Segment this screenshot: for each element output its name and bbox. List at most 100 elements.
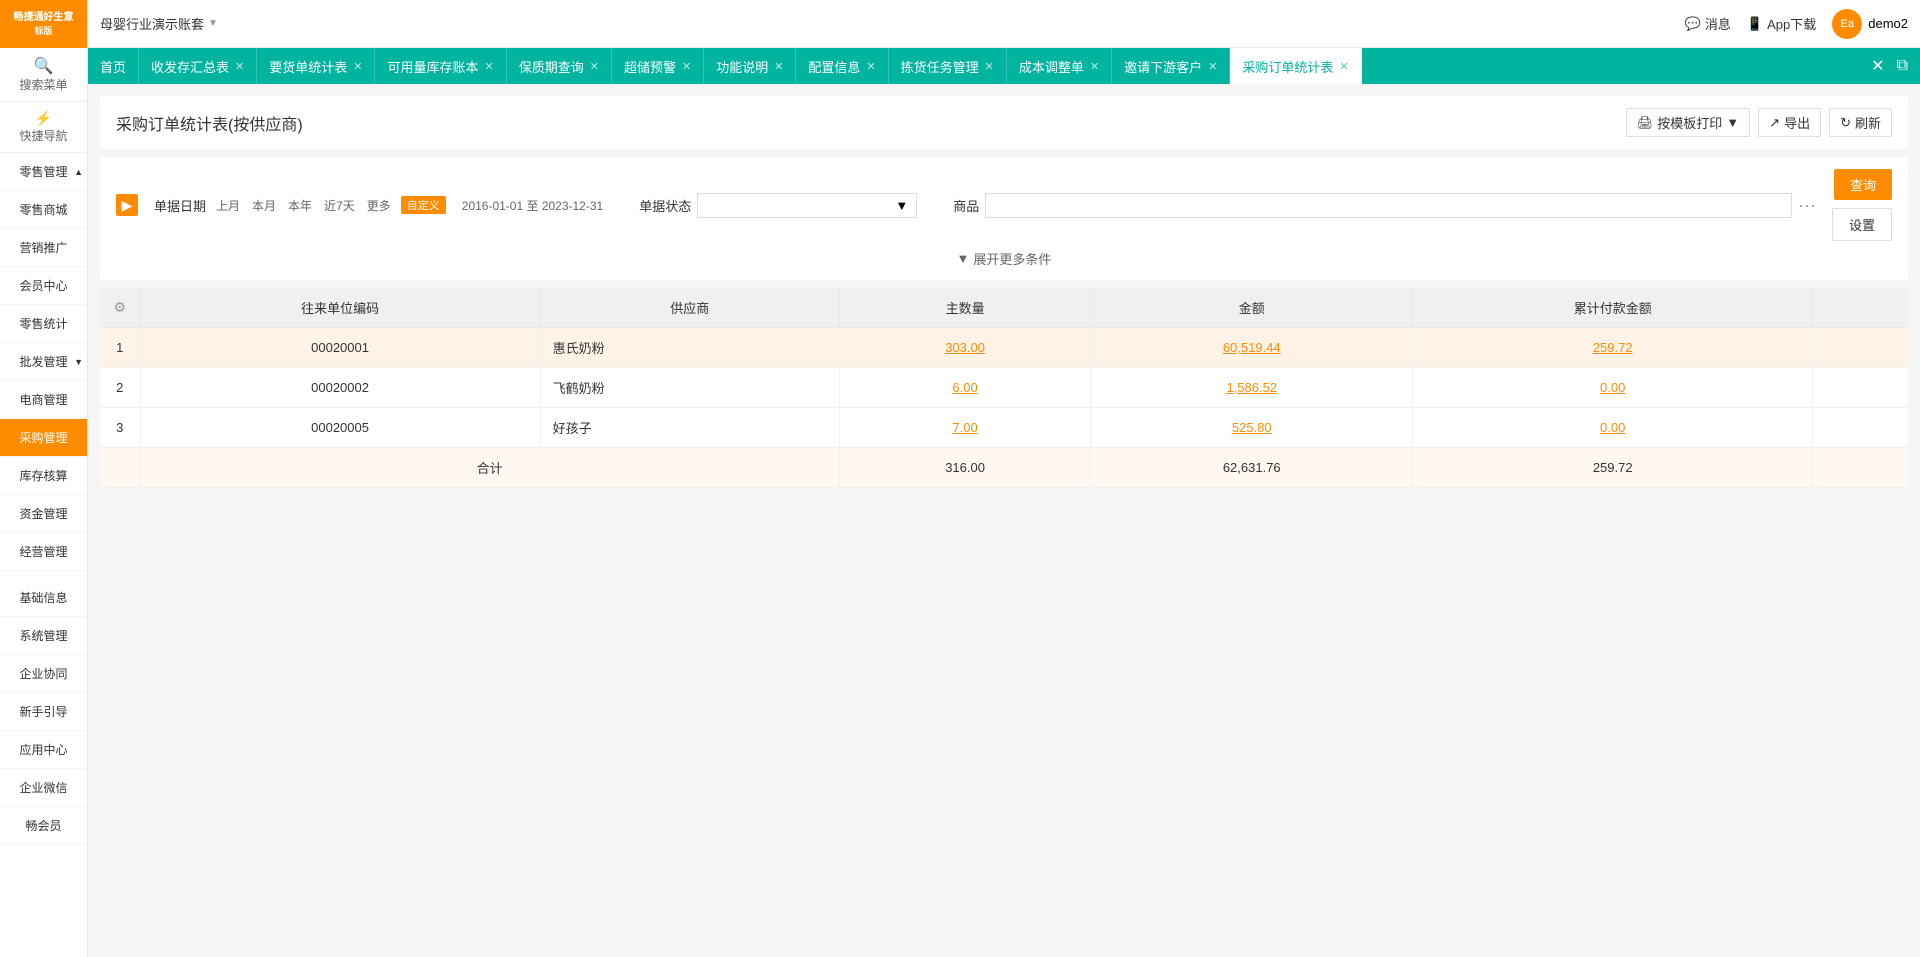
row-qty[interactable]: 6.00	[839, 368, 1091, 408]
sidebar-item-operations[interactable]: 经营管理	[0, 533, 87, 571]
sidebar-item-enterprise-wechat[interactable]: 企业微信	[0, 769, 87, 807]
status-filter-label: 单据状态	[639, 196, 691, 215]
filter-row: ▶ 单据日期 上月 本月 本年 近7天 更多 自定义 2016-01-01 至 …	[116, 169, 1892, 241]
tab-close-function-desc[interactable]: ✕	[774, 60, 783, 73]
sidebar-search[interactable]: 🔍 搜索菜单	[0, 48, 87, 102]
tab-overstock-alert[interactable]: 超储预警 ✕	[612, 48, 704, 84]
col-paid-header: 累计付款金额	[1413, 288, 1813, 328]
date-shortcut-more[interactable]: 更多	[363, 196, 395, 215]
sidebar-item-retail[interactable]: 零售管理 ▲	[0, 153, 87, 191]
tab-purchase-stats[interactable]: 要货单统计表 ✕	[257, 48, 375, 84]
sidebar-item-purchase[interactable]: 采购管理	[0, 419, 87, 457]
col-code-header: 往来单位编码	[140, 288, 540, 328]
tab-close-purchase-stats[interactable]: ✕	[353, 60, 362, 73]
row-amount[interactable]: 1,586.52	[1091, 368, 1413, 408]
total-col-settings	[100, 448, 140, 488]
refresh-button[interactable]: ↻ 刷新	[1829, 108, 1892, 137]
close-all-tabs-button[interactable]: ✕	[1867, 54, 1888, 78]
row-extra	[1813, 408, 1908, 448]
total-amount: 62,631.76	[1091, 448, 1413, 488]
sidebar-item-member2[interactable]: 畅会员	[0, 807, 87, 845]
tab-receive-summary[interactable]: 收发存汇总表 ✕	[139, 48, 257, 84]
workspace-selector[interactable]: 母婴行业演示账套 ▼	[100, 14, 218, 33]
tab-close-cost-adjust[interactable]: ✕	[1090, 60, 1099, 73]
sidebar-item-system[interactable]: 系统管理	[0, 617, 87, 655]
tab-config-info[interactable]: 配置信息 ✕	[796, 48, 888, 84]
tab-function-desc[interactable]: 功能说明 ✕	[704, 48, 796, 84]
tab-close-pick-task[interactable]: ✕	[985, 60, 994, 73]
date-shortcut-7days[interactable]: 近7天	[320, 196, 359, 215]
sidebar-item-retail-stats[interactable]: 零售统计	[0, 305, 87, 343]
row-paid[interactable]: 259.72	[1413, 328, 1813, 368]
tab-close-purchase-order-stats[interactable]: ✕	[1339, 60, 1348, 73]
sidebar-item-app-center[interactable]: 应用中心	[0, 731, 87, 769]
row-qty[interactable]: 7.00	[839, 408, 1091, 448]
user-menu[interactable]: Ea demo2	[1832, 9, 1908, 39]
tab-close-receive-summary[interactable]: ✕	[235, 60, 244, 73]
sidebar-item-ecommerce[interactable]: 电商管理	[0, 381, 87, 419]
filter-toggle-button[interactable]: ▶	[116, 194, 138, 216]
date-shortcut-this-year[interactable]: 本年	[284, 196, 316, 215]
row-qty[interactable]: 303.00	[839, 328, 1091, 368]
page-title: 采购订单统计表(按供应商)	[116, 111, 303, 135]
sidebar-item-enterprise[interactable]: 企业协同	[0, 655, 87, 693]
tab-close-overstock-alert[interactable]: ✕	[682, 60, 691, 73]
tab-available-inventory[interactable]: 可用量库存账本 ✕	[375, 48, 506, 84]
tab-home[interactable]: 首页	[88, 48, 139, 84]
print-icon: 🖨	[1637, 115, 1654, 131]
template-print-button[interactable]: 🖨 按模板打印 ▼	[1626, 108, 1750, 137]
sidebar-item-marketing[interactable]: 营销推广	[0, 229, 87, 267]
sidebar-item-retail-label: 零售管理	[19, 165, 67, 179]
expand-filter-button[interactable]: ▼ 展开更多条件	[957, 249, 1052, 268]
sidebar-item-basic-info[interactable]: 基础信息	[0, 579, 87, 617]
filter-right-actions: 查询 设置	[1832, 169, 1892, 241]
app-download-button[interactable]: 📱 App下载	[1747, 14, 1816, 33]
row-amount[interactable]: 525.80	[1091, 408, 1413, 448]
filter-status-item: 单据状态 ▼	[639, 193, 917, 218]
row-seq: 1	[100, 328, 140, 368]
status-select[interactable]: ▼	[697, 193, 917, 218]
sidebar-item-new-guide[interactable]: 新手引导	[0, 693, 87, 731]
logo-text: 畅捷通好生意 标版	[14, 11, 74, 37]
workspace-dropdown-icon: ▼	[208, 18, 218, 29]
tab-cost-adjust[interactable]: 成本调整单 ✕	[1007, 48, 1112, 84]
tabs-bar: 首页 收发存汇总表 ✕ 要货单统计表 ✕ 可用量库存账本 ✕ 保质期查询 ✕ 超…	[88, 48, 1920, 84]
date-shortcut-this-month[interactable]: 本月	[248, 196, 280, 215]
query-button[interactable]: 查询	[1834, 169, 1892, 200]
sidebar-item-member[interactable]: 会员中心	[0, 267, 87, 305]
export-button[interactable]: ↗ 导出	[1758, 108, 1821, 137]
tab-invite-downstream[interactable]: 邀请下游客户 ✕	[1112, 48, 1230, 84]
sidebar-item-finance[interactable]: 资金管理	[0, 495, 87, 533]
goods-filter-input[interactable]	[985, 193, 1792, 218]
tab-close-warranty-query[interactable]: ✕	[590, 60, 599, 73]
settings-button[interactable]: 设置	[1832, 208, 1892, 241]
row-extra	[1813, 328, 1908, 368]
row-paid[interactable]: 0.00	[1413, 368, 1813, 408]
sidebar-quick-nav[interactable]: ⚡ 快捷导航	[0, 102, 87, 153]
message-label: 消息	[1705, 14, 1731, 33]
date-custom-tag[interactable]: 自定义	[401, 196, 446, 214]
date-shortcut-last-month[interactable]: 上月	[212, 196, 244, 215]
tab-close-available-inventory[interactable]: ✕	[485, 60, 494, 73]
row-paid[interactable]: 0.00	[1413, 408, 1813, 448]
column-settings-icon[interactable]: ⚙	[113, 299, 126, 315]
row-code: 00020002	[140, 368, 540, 408]
col-extra-header	[1813, 288, 1908, 328]
row-amount[interactable]: 60,519.44	[1091, 328, 1413, 368]
tab-purchase-order-stats[interactable]: 采购订单统计表 ✕	[1230, 48, 1361, 84]
message-button[interactable]: 💬 消息	[1685, 14, 1731, 33]
app-icon: 📱	[1747, 16, 1763, 32]
template-dropdown-icon: ▼	[1726, 115, 1739, 130]
sidebar-item-wholesale[interactable]: 批发管理 ▼	[0, 343, 87, 381]
tab-close-config-info[interactable]: ✕	[866, 60, 875, 73]
restore-tabs-button[interactable]: ⧉	[1893, 55, 1912, 77]
row-code: 00020005	[140, 408, 540, 448]
goods-filter-more-icon[interactable]: ···	[1798, 195, 1816, 216]
sidebar-item-retail-mall[interactable]: 零售商城	[0, 191, 87, 229]
sidebar-item-inventory[interactable]: 库存核算	[0, 457, 87, 495]
expand-icon: ▲	[74, 167, 83, 177]
tab-close-invite-downstream[interactable]: ✕	[1208, 60, 1217, 73]
tab-warranty-query[interactable]: 保质期查询 ✕	[507, 48, 612, 84]
expand-icon-wholesale: ▼	[74, 357, 83, 367]
tab-pick-task[interactable]: 拣货任务管理 ✕	[889, 48, 1007, 84]
